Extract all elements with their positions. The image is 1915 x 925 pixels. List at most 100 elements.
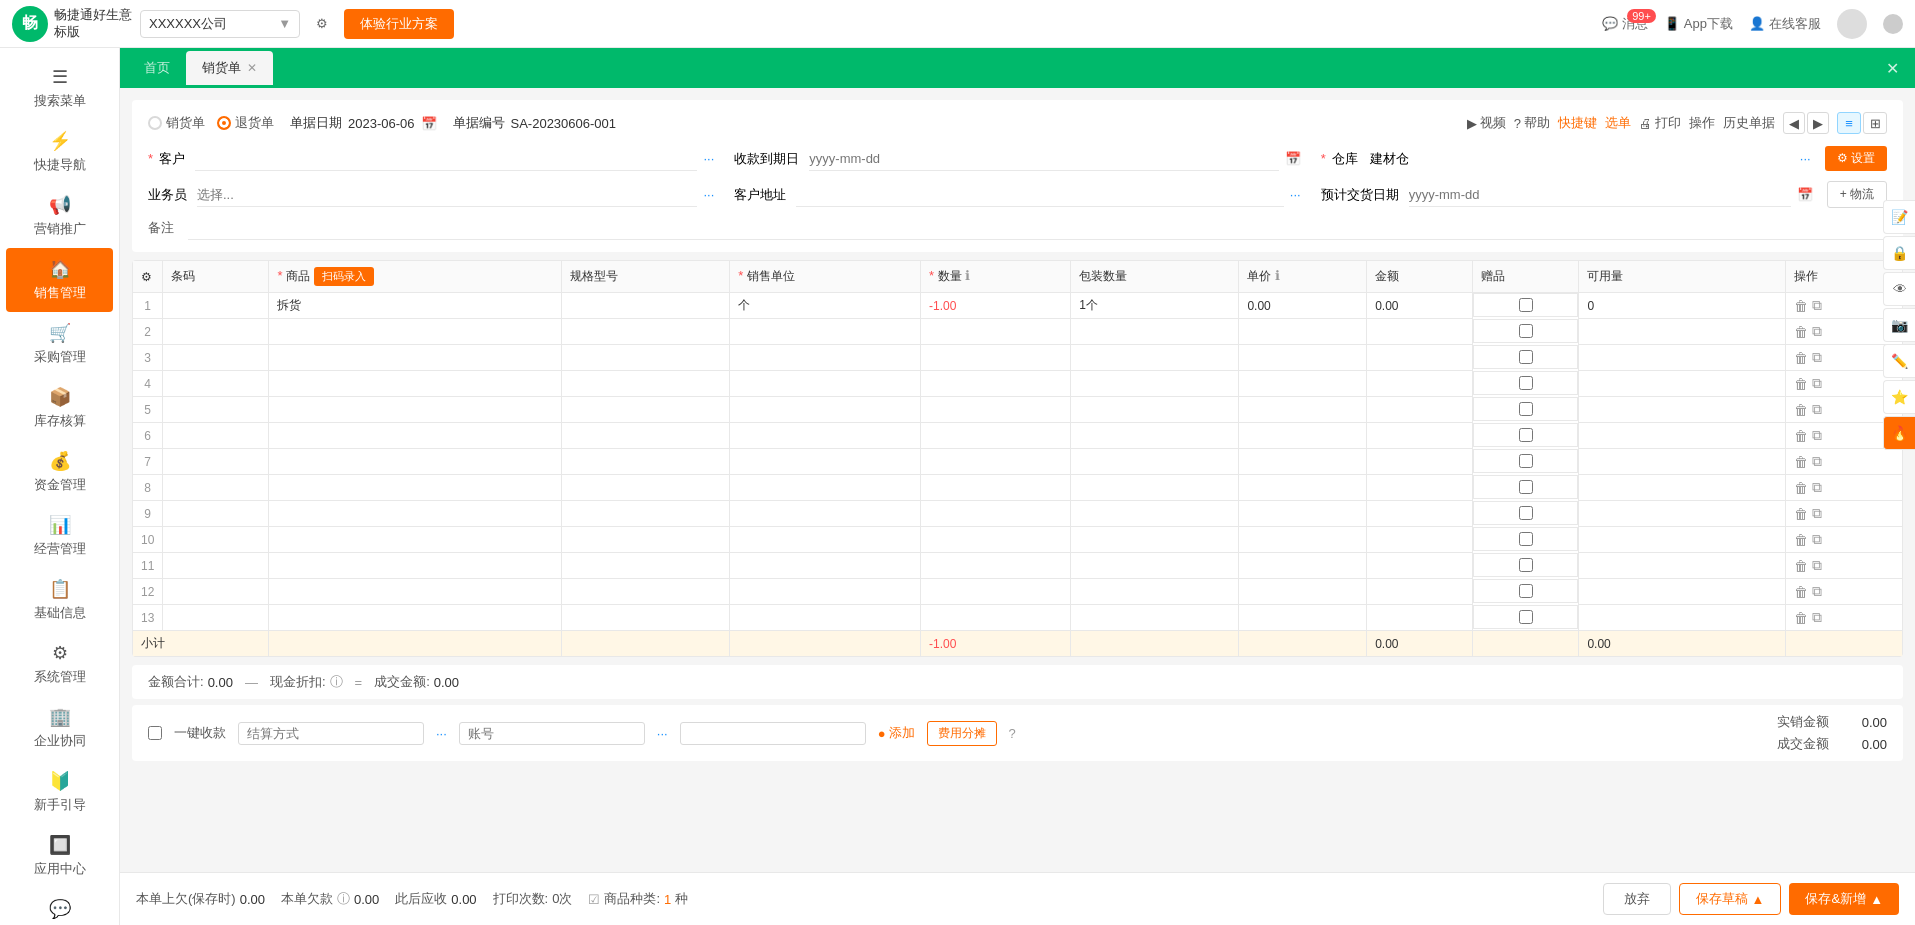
cell-unit[interactable] (730, 397, 921, 423)
float-lock-button[interactable]: 🔒 (1883, 236, 1915, 270)
sidebar-item-purchase[interactable]: 🛒 采购管理 (0, 312, 119, 376)
warehouse-lookup-button[interactable]: ··· (1800, 151, 1811, 166)
cell-price[interactable] (1239, 475, 1367, 501)
sidebar-item-operations[interactable]: 📊 经营管理 (0, 504, 119, 568)
cell-product[interactable] (269, 475, 562, 501)
cell-product[interactable] (269, 449, 562, 475)
cell-unit[interactable] (730, 527, 921, 553)
cell-pkg-qty[interactable]: 1个 (1071, 293, 1239, 319)
cell-qty[interactable] (920, 449, 1070, 475)
due-date-input[interactable] (809, 147, 1278, 171)
cell-pkg-qty[interactable] (1071, 371, 1239, 397)
add-payment-button[interactable]: ● 添加 (878, 724, 915, 742)
grid-view-button[interactable]: ⊞ (1863, 112, 1887, 134)
cell-spec[interactable] (562, 475, 730, 501)
payment-amount-input[interactable] (680, 722, 866, 745)
sidebar-item-sales[interactable]: 🏠 销售管理 (6, 248, 113, 312)
cell-gift[interactable] (1473, 475, 1578, 499)
action-tool-button[interactable]: 操作 (1689, 114, 1715, 132)
shortcut-tool-button[interactable]: 快捷键 (1558, 114, 1597, 132)
cell-barcode[interactable] (163, 319, 269, 345)
cell-amount[interactable] (1367, 527, 1473, 553)
delete-row-button[interactable]: 🗑 (1794, 532, 1808, 548)
cell-unit[interactable] (730, 475, 921, 501)
cell-qty[interactable] (920, 319, 1070, 345)
logistics-button[interactable]: + 物流 (1827, 181, 1887, 208)
float-star-button[interactable]: ⭐ (1883, 380, 1915, 414)
float-hot-button[interactable]: 🔥 (1883, 416, 1915, 450)
cell-spec[interactable] (562, 293, 730, 319)
cell-barcode[interactable] (163, 345, 269, 371)
cell-qty[interactable] (920, 527, 1070, 553)
discard-button[interactable]: 放弃 (1603, 883, 1671, 915)
cell-price[interactable] (1239, 553, 1367, 579)
cell-pkg-qty[interactable] (1071, 501, 1239, 527)
cell-qty[interactable] (920, 501, 1070, 527)
copy-row-button[interactable]: ⧉ (1812, 297, 1822, 314)
col-settings[interactable]: ⚙ (133, 261, 163, 293)
scan-button[interactable]: 扫码录入 (314, 267, 374, 286)
tab-sales-order[interactable]: 销货单 ✕ (186, 51, 273, 85)
payment-account-input[interactable] (459, 722, 645, 745)
one-click-payment-checkbox[interactable] (148, 726, 162, 740)
save-new-dropdown-icon[interactable]: ▲ (1870, 892, 1883, 907)
sidebar-item-guide[interactable]: 🔰 新手引导 (0, 760, 119, 824)
online-service-button[interactable]: 👤 在线客服 (1749, 15, 1821, 33)
delete-row-button[interactable]: 🗑 (1794, 298, 1808, 314)
sidebar-item-basic[interactable]: 📋 基础信息 (0, 568, 119, 632)
copy-row-button[interactable]: ⧉ (1812, 323, 1822, 340)
prev-arrow-button[interactable]: ◀ (1783, 112, 1805, 134)
sidebar-item-quick-nav[interactable]: ⚡ 快捷导航 (0, 120, 119, 184)
cell-pkg-qty[interactable] (1071, 319, 1239, 345)
float-edit-button[interactable]: ✏️ (1883, 344, 1915, 378)
copy-row-button[interactable]: ⧉ (1812, 479, 1822, 496)
cell-amount[interactable] (1367, 475, 1473, 501)
cell-amount[interactable] (1367, 319, 1473, 345)
cell-pkg-qty[interactable] (1071, 579, 1239, 605)
sidebar-item-search[interactable]: ☰ 搜索菜单 (0, 56, 119, 120)
cell-price[interactable] (1239, 449, 1367, 475)
cell-barcode[interactable] (163, 371, 269, 397)
cell-barcode[interactable] (163, 527, 269, 553)
cell-barcode[interactable] (163, 449, 269, 475)
cell-amount[interactable] (1367, 501, 1473, 527)
cell-amount[interactable] (1367, 397, 1473, 423)
cell-price[interactable]: 0.00 (1239, 293, 1367, 319)
cell-price[interactable] (1239, 397, 1367, 423)
cell-price[interactable] (1239, 579, 1367, 605)
delete-row-button[interactable]: 🗑 (1794, 558, 1808, 574)
cell-unit[interactable] (730, 579, 921, 605)
copy-row-button[interactable]: ⧉ (1812, 453, 1822, 470)
cell-product[interactable] (269, 527, 562, 553)
select-tool-button[interactable]: 选单 (1605, 114, 1631, 132)
owed-info-icon[interactable]: ⓘ (337, 890, 350, 908)
expense-split-button[interactable]: 费用分摊 (927, 721, 997, 746)
sidebar-item-finance[interactable]: 💰 资金管理 (0, 440, 119, 504)
cell-spec[interactable] (562, 579, 730, 605)
cell-spec[interactable] (562, 319, 730, 345)
message-button[interactable]: 💬 消息 99+ (1602, 15, 1648, 33)
list-view-button[interactable]: ≡ (1837, 112, 1861, 134)
cell-unit[interactable] (730, 345, 921, 371)
cell-product[interactable] (269, 501, 562, 527)
cell-pkg-qty[interactable] (1071, 605, 1239, 631)
cell-pkg-qty[interactable] (1071, 345, 1239, 371)
delete-row-button[interactable]: 🗑 (1794, 324, 1808, 340)
salesman-input[interactable] (197, 183, 697, 207)
copy-row-button[interactable]: ⧉ (1812, 375, 1822, 392)
sidebar-item-appstore[interactable]: 🔲 应用中心 (0, 824, 119, 888)
cell-amount[interactable] (1367, 371, 1473, 397)
copy-row-button[interactable]: ⧉ (1812, 531, 1822, 548)
expected-date-calendar-icon[interactable]: 📅 (1797, 187, 1813, 202)
history-tool-button[interactable]: 历史单据 (1723, 114, 1775, 132)
cell-unit[interactable] (730, 553, 921, 579)
cell-barcode[interactable] (163, 293, 269, 319)
cell-barcode[interactable] (163, 579, 269, 605)
cell-product[interactable] (269, 397, 562, 423)
cell-pkg-qty[interactable] (1071, 527, 1239, 553)
cell-gift[interactable] (1473, 449, 1578, 473)
cell-spec[interactable] (562, 345, 730, 371)
cell-qty[interactable] (920, 475, 1070, 501)
cell-product[interactable] (269, 553, 562, 579)
app-download-button[interactable]: 📱 App下载 (1664, 15, 1733, 33)
